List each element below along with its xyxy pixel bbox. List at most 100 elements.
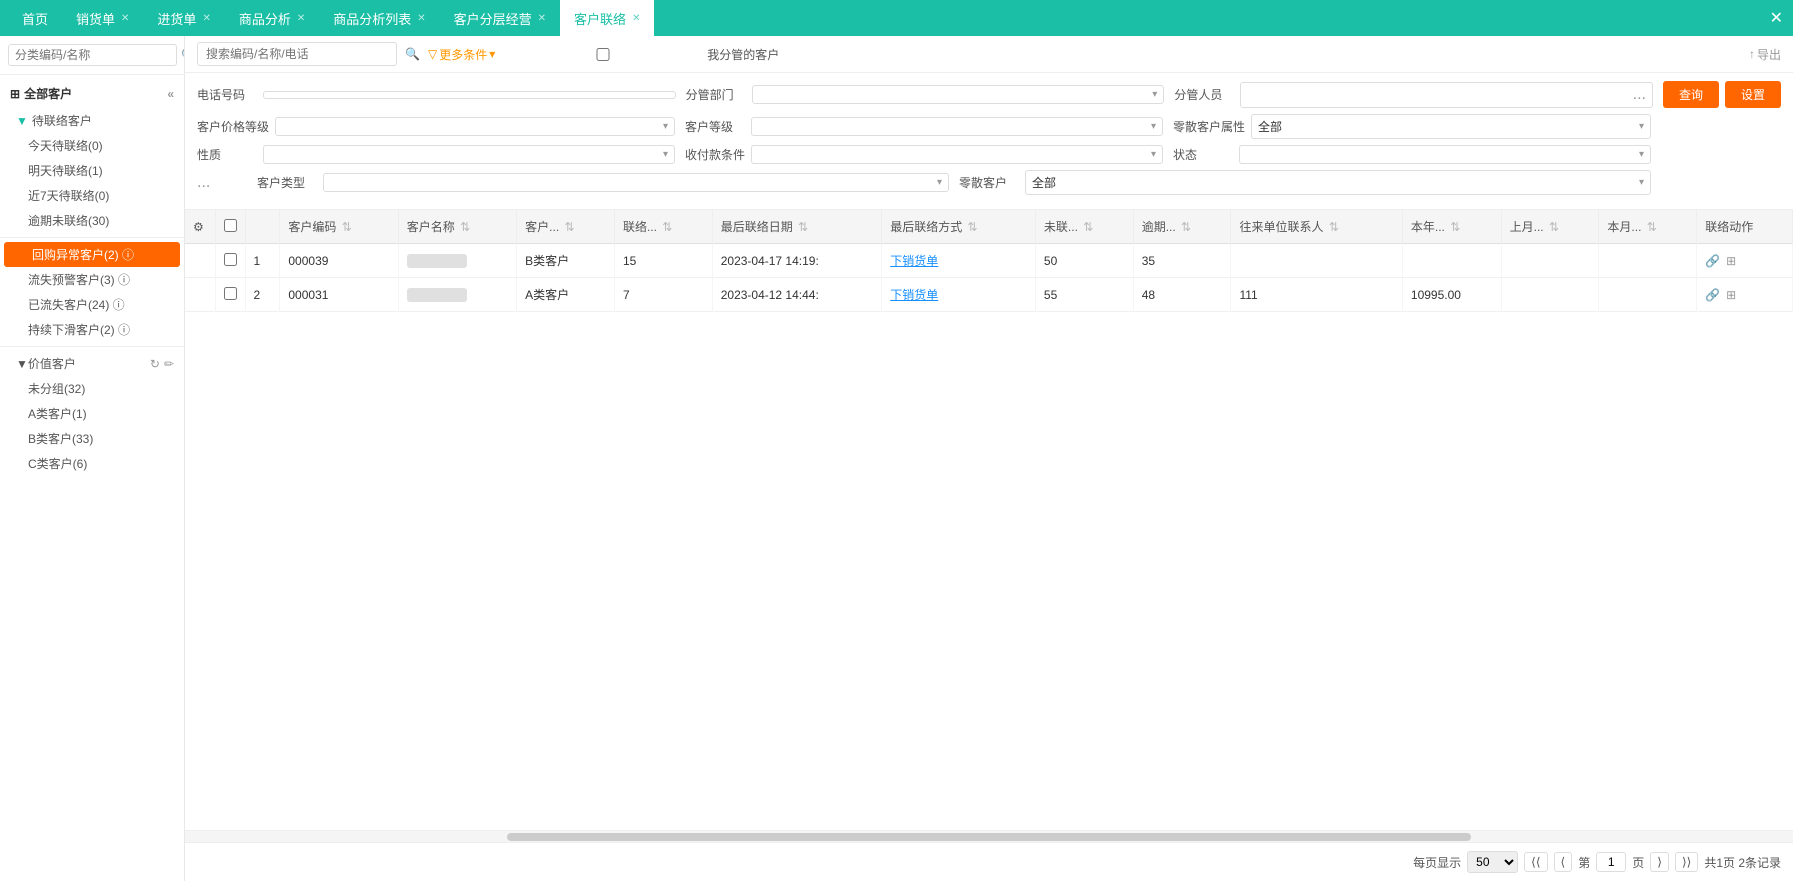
window-close-button[interactable]: ✕: [1770, 8, 1783, 28]
sidebar-item-repurchase-abnormal[interactable]: 回购异常客户(2) ⓘ: [4, 242, 180, 267]
page-input[interactable]: [1596, 852, 1626, 872]
status-input[interactable]: ▾: [1239, 145, 1651, 164]
cell-contact: 7: [614, 278, 712, 312]
col-last-month[interactable]: 上月... ⇅: [1501, 210, 1599, 244]
nav-customer-tier[interactable]: 客户分层经营 ✕: [440, 0, 560, 36]
close-icon[interactable]: ✕: [417, 13, 425, 24]
nav-product-analysis[interactable]: 商品分析 ✕: [225, 0, 319, 36]
nav-purchase-order[interactable]: 进货单 ✕: [143, 0, 224, 36]
cell-last-method[interactable]: 下销货单: [882, 244, 1036, 278]
grid-action-icon[interactable]: ⊞: [1726, 288, 1736, 302]
col-contact[interactable]: 联络... ⇅: [614, 210, 712, 244]
cell-code[interactable]: 000039: [280, 244, 398, 278]
sidebar-item-tomorrow[interactable]: 明天待联络(1): [0, 158, 184, 183]
query-button[interactable]: 查询: [1663, 81, 1719, 108]
more-conditions-button[interactable]: ▽ 更多条件 ▾: [428, 46, 495, 63]
last-method-link[interactable]: 下销货单: [890, 288, 938, 302]
col-name[interactable]: 客户名称 ⇅: [398, 210, 516, 244]
nav-product-analysis-list[interactable]: 商品分析列表 ✕: [319, 0, 439, 36]
sidebar-item-today[interactable]: 今天待联络(0): [0, 133, 184, 158]
row-checkbox[interactable]: [224, 253, 237, 266]
all-customers-header[interactable]: ⊞ 全部客户 «: [0, 79, 184, 108]
search-input[interactable]: [197, 42, 397, 66]
scrollbar-thumb[interactable]: [507, 833, 1472, 841]
per-page-select[interactable]: 50 20 100: [1467, 851, 1518, 873]
col-checkbox[interactable]: [215, 210, 245, 244]
nav-sales-order[interactable]: 销货单 ✕: [62, 0, 143, 36]
price-level-input[interactable]: ▾: [275, 117, 675, 136]
search-button[interactable]: 🔍: [405, 47, 420, 61]
sidebar-item-class-b[interactable]: B类客户(33): [0, 426, 184, 451]
sidebar-item-unclassified[interactable]: 未分组(32): [0, 376, 184, 401]
sidebar-item-overdue-contact[interactable]: 逾期未联络(30): [0, 208, 184, 233]
col-last-method[interactable]: 最后联络方式 ⇅: [882, 210, 1036, 244]
sidebar-item-churn-warning[interactable]: 流失预警客户(3) ⓘ: [0, 267, 184, 292]
close-icon[interactable]: ✕: [202, 13, 210, 24]
sidebar-item-declining[interactable]: 持续下滑客户(2) ⓘ: [0, 317, 184, 342]
cell-type: A类客户: [517, 278, 615, 312]
retail-attr-input[interactable]: 全部 ▾: [1251, 114, 1651, 139]
customer-level-input[interactable]: ▾: [751, 117, 1163, 136]
col-last-date[interactable]: 最后联络日期 ⇅: [712, 210, 881, 244]
last-page-button[interactable]: ⟩⟩: [1675, 852, 1698, 872]
horizontal-scrollbar[interactable]: [185, 830, 1793, 842]
row-checkbox[interactable]: [224, 287, 237, 300]
close-icon[interactable]: ✕: [121, 13, 129, 24]
col-unit-contact[interactable]: 往来单位联系人 ⇅: [1231, 210, 1402, 244]
col-code[interactable]: 客户编码 ⇅: [280, 210, 398, 244]
link-icon[interactable]: 🔗: [1705, 288, 1720, 302]
filter-cell-gender: 性质 ▾: [197, 145, 675, 164]
retail-customer-label: 零散客户: [959, 174, 1019, 191]
person-input[interactable]: ...: [1240, 82, 1653, 108]
close-icon[interactable]: ✕: [538, 13, 546, 24]
sidebar-item-7days[interactable]: 近7天待联络(0): [0, 183, 184, 208]
sidebar-item-churned[interactable]: 已流失客户(24) ⓘ: [0, 292, 184, 317]
sidebar-group-pending-contact[interactable]: ▼ 待联络客户: [0, 108, 184, 133]
collapse-icon[interactable]: «: [167, 87, 174, 101]
data-table-container: ⚙ 客户编码 ⇅ 客户名称 ⇅ 客户... ⇅ 联络... ⇅ 最后联络日期 ⇅…: [185, 210, 1793, 830]
more-icon[interactable]: ...: [197, 174, 210, 192]
settings-button[interactable]: 设置: [1725, 81, 1781, 108]
cell-code[interactable]: 000031: [280, 278, 398, 312]
my-customers-checkbox-label[interactable]: 我分管的客户: [503, 46, 779, 63]
export-button[interactable]: ↑ 导出: [1749, 46, 1781, 63]
nav-home[interactable]: 首页: [8, 0, 62, 36]
sidebar-item-class-c[interactable]: C类客户(6): [0, 451, 184, 476]
col-this-year[interactable]: 本年... ⇅: [1402, 210, 1501, 244]
dots-icon[interactable]: ...: [1633, 86, 1646, 104]
customer-type-input[interactable]: ▾: [323, 173, 949, 192]
right-content: 🔍 ▽ 更多条件 ▾ 我分管的客户 ↑ 导出 电话号码: [185, 36, 1793, 881]
cell-seq: 2: [245, 278, 280, 312]
first-page-button[interactable]: ⟨⟨: [1524, 852, 1547, 872]
cell-checkbox[interactable]: [215, 244, 245, 278]
price-level-label: 客户价格等级: [197, 118, 269, 135]
payment-input[interactable]: ▾: [751, 145, 1163, 164]
select-all-checkbox[interactable]: [224, 219, 237, 232]
gender-input[interactable]: ▾: [263, 145, 675, 164]
cell-last-method[interactable]: 下销货单: [882, 278, 1036, 312]
link-icon[interactable]: 🔗: [1705, 254, 1720, 268]
cell-name[interactable]: [398, 278, 516, 312]
edit-icon[interactable]: ✏: [164, 357, 174, 371]
grid-action-icon[interactable]: ⊞: [1726, 254, 1736, 268]
dept-input[interactable]: ▾: [752, 85, 1165, 104]
col-this-month[interactable]: 本月... ⇅: [1599, 210, 1697, 244]
col-settings[interactable]: ⚙: [185, 210, 215, 244]
col-type[interactable]: 客户... ⇅: [517, 210, 615, 244]
last-method-link[interactable]: 下销货单: [890, 254, 938, 268]
nav-customer-contact[interactable]: 客户联络 ✕: [560, 0, 654, 36]
next-page-button[interactable]: ⟩: [1650, 852, 1669, 872]
my-customers-checkbox[interactable]: [503, 48, 703, 61]
close-icon[interactable]: ✕: [632, 13, 640, 24]
retail-customer-input[interactable]: 全部 ▾: [1025, 170, 1651, 195]
refresh-icon[interactable]: ↻: [150, 357, 160, 371]
sidebar-item-class-a[interactable]: A类客户(1): [0, 401, 184, 426]
prev-page-button[interactable]: ⟨: [1554, 852, 1573, 872]
col-not-contact[interactable]: 未联... ⇅: [1035, 210, 1133, 244]
close-icon[interactable]: ✕: [297, 13, 305, 24]
cell-checkbox[interactable]: [215, 278, 245, 312]
cell-name[interactable]: [398, 244, 516, 278]
sidebar-search-input[interactable]: [8, 44, 177, 66]
col-overdue[interactable]: 逾期... ⇅: [1133, 210, 1231, 244]
phone-input[interactable]: [263, 91, 676, 99]
